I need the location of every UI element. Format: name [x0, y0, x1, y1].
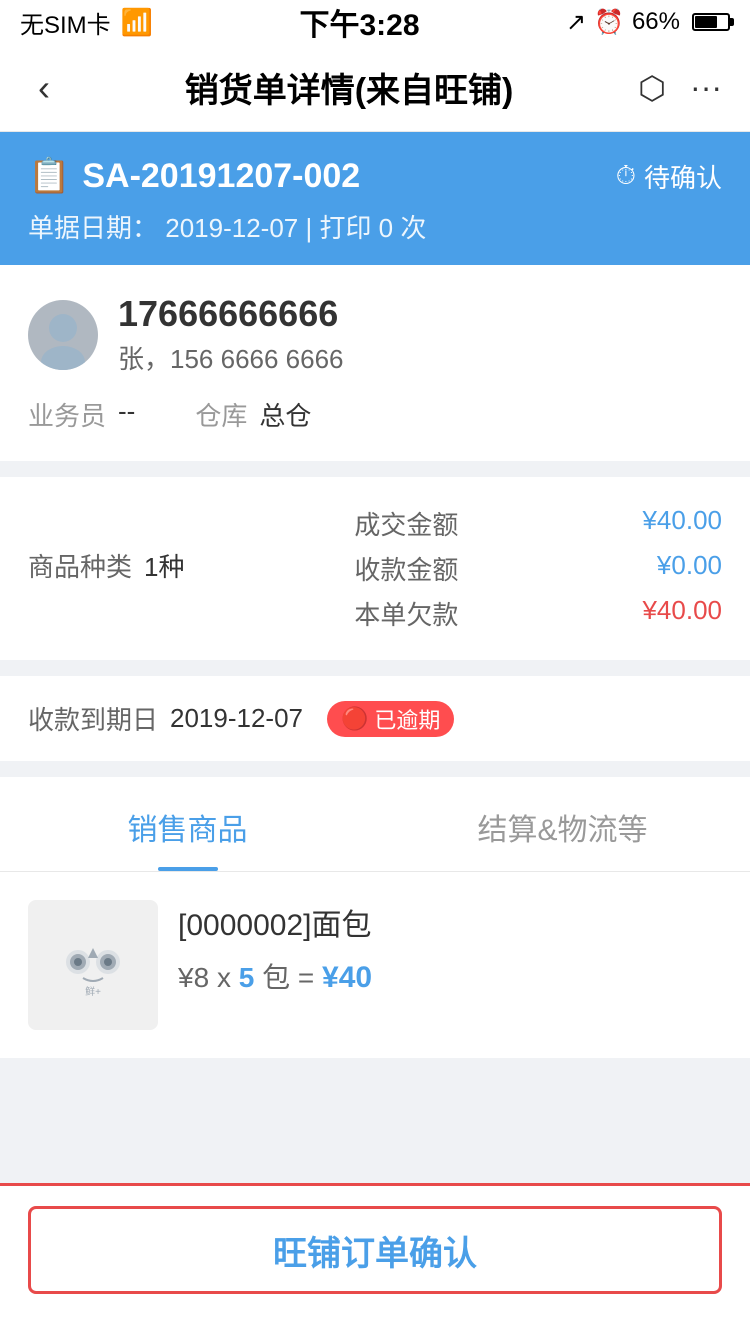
amount-row-0: 成交金额 ¥40.00: [354, 505, 722, 542]
product-quantity: 5: [239, 962, 255, 993]
due-label: 收款到期日: [28, 700, 158, 737]
customer-phone: 17666666666: [118, 293, 344, 335]
wifi-icon: 📶: [121, 7, 153, 38]
warehouse-value: 总仓: [259, 396, 311, 433]
product-total: ¥40: [322, 961, 372, 994]
battery-text: 66%: [632, 8, 680, 36]
equals-label: =: [298, 962, 322, 993]
product-type-label: 商品种类: [28, 547, 132, 584]
confirm-button[interactable]: 旺铺订单确认: [28, 1206, 722, 1294]
amount-row-2: 本单欠款 ¥40.00: [354, 595, 722, 632]
overdue-text: 已逾期: [374, 703, 440, 735]
customer-top: 17666666666 张，156 6666 6666: [28, 293, 722, 376]
product-type-value: 1种: [144, 547, 184, 584]
share-button[interactable]: ⬡: [638, 69, 666, 107]
product-info: [0000002]面包 ¥8 x 5 包 = ¥40: [178, 900, 722, 996]
product-type-item: 商品种类 1种: [28, 547, 334, 584]
warehouse-label: 仓库: [195, 396, 247, 433]
status-right: ↗ ⏰ 66%: [566, 8, 730, 37]
salesman-item: 业务员 --: [28, 396, 135, 433]
time-display: 下午3:28: [299, 0, 419, 44]
tab-settlement-label: 结算&物流等: [477, 814, 647, 847]
order-status-text: 待确认: [644, 158, 722, 195]
order-date-value: 2019-12-07: [165, 213, 298, 243]
amount-value-2: ¥40.00: [642, 595, 722, 632]
order-banner-top: 📋 SA-20191207-002 ⏱ 待确认: [28, 156, 722, 196]
carrier-text: 无SIM卡: [20, 5, 111, 40]
summary-left: 商品种类 1种: [28, 505, 334, 632]
tab-products[interactable]: 销售商品: [0, 777, 375, 871]
overdue-badge: 🔴 已逾期: [327, 701, 454, 737]
amount-row-1: 收款金额 ¥0.00: [354, 550, 722, 587]
status-bar: 无SIM卡 📶 下午3:28 ↗ ⏰ 66%: [0, 0, 750, 44]
amount-value-1: ¥0.00: [657, 550, 722, 587]
order-date-line: 单据日期： 2019-12-07 | 打印 0 次: [28, 208, 722, 245]
summary-section: 商品种类 1种 成交金额 ¥40.00 收款金额 ¥0.00 本单欠款 ¥40.…: [0, 477, 750, 660]
status-left: 无SIM卡 📶: [20, 5, 153, 40]
product-item: 鲜+ [0000002]面包 ¥8 x 5 包 = ¥40: [28, 900, 722, 1030]
location-icon: ↗: [566, 8, 586, 37]
due-date: 2019-12-07: [170, 703, 303, 734]
svg-text:鲜+: 鲜+: [85, 985, 101, 998]
nav-actions: ⬡ ···: [638, 69, 722, 107]
order-number-text: SA-20191207-002: [82, 157, 360, 196]
customer-info: 17666666666 张，156 6666 6666: [118, 293, 344, 376]
amount-label-0: 成交金额: [354, 505, 458, 542]
product-section: 鲜+ [0000002]面包 ¥8 x 5 包 = ¥40: [0, 872, 750, 1058]
summary-right: 成交金额 ¥40.00 收款金额 ¥0.00 本单欠款 ¥40.00: [354, 505, 722, 632]
amount-label-2: 本单欠款: [354, 595, 458, 632]
overdue-icon: 🔴: [341, 706, 368, 732]
product-name: [0000002]面包: [178, 900, 722, 944]
tab-settlement[interactable]: 结算&物流等: [375, 777, 750, 871]
print-info: | 打印 0 次: [305, 213, 426, 243]
multiply-label: x: [217, 962, 239, 993]
amount-label-1: 收款金额: [354, 550, 458, 587]
salesman-value: --: [118, 396, 135, 433]
customer-name: 张，156 6666 6666: [118, 339, 344, 376]
status-clock-icon: ⏱: [616, 160, 636, 192]
salesman-label: 业务员: [28, 396, 106, 433]
product-unit: 包: [262, 962, 290, 993]
customer-section: 17666666666 张，156 6666 6666 业务员 -- 仓库 总仓: [0, 265, 750, 461]
product-price-row: ¥8 x 5 包 = ¥40: [178, 956, 722, 996]
alarm-icon: ⏰: [594, 8, 624, 37]
bottom-button-area: 旺铺订单确认: [0, 1183, 750, 1334]
battery-icon: [692, 13, 730, 31]
product-thumbnail: 鲜+: [28, 900, 158, 1030]
warehouse-item: 仓库 总仓: [195, 396, 311, 433]
amount-value-0: ¥40.00: [642, 505, 722, 542]
order-icon: 📋: [28, 156, 70, 196]
nav-bar: ‹ 销货单详情(来自旺铺) ⬡ ···: [0, 44, 750, 132]
order-status: ⏱ 待确认: [616, 158, 722, 195]
product-price: ¥8: [178, 962, 209, 993]
date-label: 单据日期：: [28, 213, 158, 243]
tabs-section: 销售商品 结算&物流等 鲜+: [0, 777, 750, 1058]
tabs-row: 销售商品 结算&物流等: [0, 777, 750, 872]
payment-due-section: 收款到期日 2019-12-07 🔴 已逾期: [0, 676, 750, 761]
customer-meta: 业务员 -- 仓库 总仓: [28, 388, 722, 433]
page-title: 销货单详情(来自旺铺): [185, 63, 514, 112]
more-button[interactable]: ···: [690, 69, 722, 106]
order-number: 📋 SA-20191207-002: [28, 156, 360, 196]
back-button[interactable]: ‹: [28, 57, 60, 119]
avatar: [28, 300, 98, 370]
tab-products-label: 销售商品: [128, 814, 248, 847]
order-banner: 📋 SA-20191207-002 ⏱ 待确认 单据日期： 2019-12-07…: [0, 132, 750, 265]
